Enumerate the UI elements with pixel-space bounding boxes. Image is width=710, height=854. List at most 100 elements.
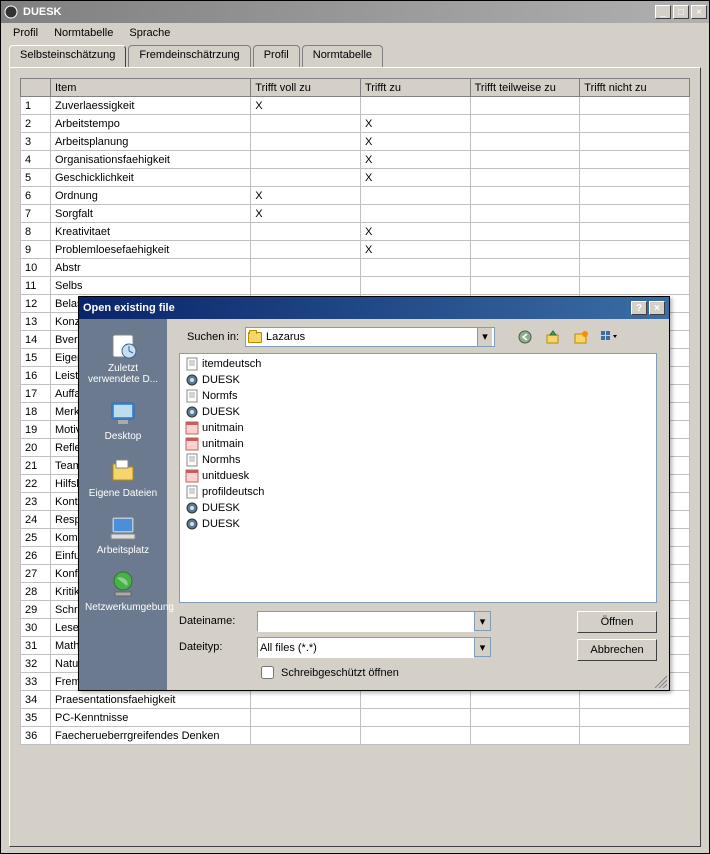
rating-cell[interactable]: X [360,133,470,151]
filename-input[interactable] [258,612,474,632]
rating-cell[interactable] [251,133,361,151]
rating-cell[interactable] [470,133,580,151]
rating-cell[interactable] [251,151,361,169]
places-item[interactable]: Eigene Dateien [83,448,163,505]
close-button[interactable]: × [691,5,707,19]
rating-cell[interactable] [580,241,690,259]
places-item[interactable]: Desktop [83,391,163,448]
rating-cell[interactable] [251,709,361,727]
rating-cell[interactable] [360,187,470,205]
maximize-button[interactable]: □ [673,5,689,19]
places-item[interactable]: Arbeitsplatz [83,505,163,562]
rating-cell[interactable] [251,223,361,241]
new-folder-icon[interactable] [571,327,591,347]
rating-cell[interactable] [580,97,690,115]
tab-fremdeinschaetzung[interactable]: Fremdeinschätrzung [128,45,250,67]
file-item[interactable]: unitmain [182,436,654,452]
rating-cell[interactable]: X [360,151,470,169]
open-button[interactable]: Öffnen [577,611,657,633]
file-item[interactable]: Normfs [182,388,654,404]
file-item[interactable]: DUESK [182,404,654,420]
rating-cell[interactable] [470,151,580,169]
rating-cell[interactable] [360,205,470,223]
rating-cell[interactable] [251,727,361,745]
row-number: 21 [21,457,51,475]
rating-cell[interactable] [360,691,470,709]
rating-cell[interactable] [360,259,470,277]
rating-cell[interactable]: X [251,97,361,115]
tab-selbsteinschaetzung[interactable]: Selbsteinschätzung [9,45,126,67]
file-item[interactable]: unitmain [182,420,654,436]
rating-cell[interactable] [580,259,690,277]
file-item[interactable]: Normhs [182,452,654,468]
rating-cell[interactable] [360,709,470,727]
rating-cell[interactable] [580,205,690,223]
rating-cell[interactable] [470,241,580,259]
rating-cell[interactable]: X [360,241,470,259]
rating-cell[interactable] [580,223,690,241]
menu-sprache[interactable]: Sprache [121,25,178,41]
rating-cell[interactable] [470,691,580,709]
rating-cell[interactable] [360,97,470,115]
filetype-dropdown-icon[interactable]: ▾ [474,638,490,656]
rating-cell[interactable] [580,727,690,745]
rating-cell[interactable] [360,727,470,745]
rating-cell[interactable] [470,115,580,133]
rating-cell[interactable] [251,169,361,187]
tab-normtabelle[interactable]: Normtabelle [302,45,383,67]
rating-cell[interactable] [470,259,580,277]
rating-cell[interactable] [580,691,690,709]
places-item[interactable]: Zuletzt verwendete D... [83,323,163,391]
rating-cell[interactable] [470,709,580,727]
rating-cell[interactable] [580,187,690,205]
rating-cell[interactable] [580,709,690,727]
file-item[interactable]: DUESK [182,516,654,532]
file-item[interactable]: DUESK [182,372,654,388]
rating-cell[interactable] [580,133,690,151]
rating-cell[interactable] [470,169,580,187]
filetype-select[interactable] [258,638,474,658]
file-item[interactable]: DUESK [182,500,654,516]
rating-cell[interactable] [251,241,361,259]
file-item[interactable]: unitduesk [182,468,654,484]
dialog-help-button[interactable]: ? [631,301,647,315]
rating-cell[interactable] [251,691,361,709]
file-list[interactable]: itemdeutschDUESKNormfsDUESKunitmainunitm… [179,353,657,603]
rating-cell[interactable] [251,115,361,133]
dialog-close-button[interactable]: × [649,301,665,315]
menu-profil[interactable]: Profil [5,25,46,41]
rating-cell[interactable] [580,151,690,169]
places-item[interactable]: Netzwerkumgebung [83,562,163,619]
rating-cell[interactable] [360,277,470,295]
readonly-checkbox[interactable] [261,666,274,679]
rating-cell[interactable] [470,205,580,223]
rating-cell[interactable] [580,115,690,133]
rating-cell[interactable]: X [360,223,470,241]
rating-cell[interactable]: X [251,205,361,223]
tab-profil[interactable]: Profil [253,45,300,67]
rating-cell[interactable] [580,169,690,187]
back-icon[interactable] [515,327,535,347]
cancel-button[interactable]: Abbrechen [577,639,657,661]
file-item[interactable]: profildeutsch [182,484,654,500]
view-menu-icon[interactable] [599,327,619,347]
filename-dropdown-icon[interactable]: ▾ [474,612,490,630]
look-in-select[interactable]: Lazarus ▾ [245,327,495,347]
rating-cell[interactable] [580,277,690,295]
rating-cell[interactable]: X [360,115,470,133]
rating-cell[interactable] [251,277,361,295]
resize-grip-icon[interactable] [653,674,667,688]
file-item[interactable]: itemdeutsch [182,356,654,372]
rating-cell[interactable] [251,259,361,277]
minimize-button[interactable]: _ [655,5,671,19]
rating-cell[interactable]: X [360,169,470,187]
rating-cell[interactable] [470,727,580,745]
dropdown-arrow-icon[interactable]: ▾ [477,328,492,346]
up-icon[interactable] [543,327,563,347]
menu-normtabelle[interactable]: Normtabelle [46,25,121,41]
rating-cell[interactable] [470,277,580,295]
rating-cell[interactable] [470,223,580,241]
rating-cell[interactable] [470,187,580,205]
rating-cell[interactable]: X [251,187,361,205]
rating-cell[interactable] [470,97,580,115]
